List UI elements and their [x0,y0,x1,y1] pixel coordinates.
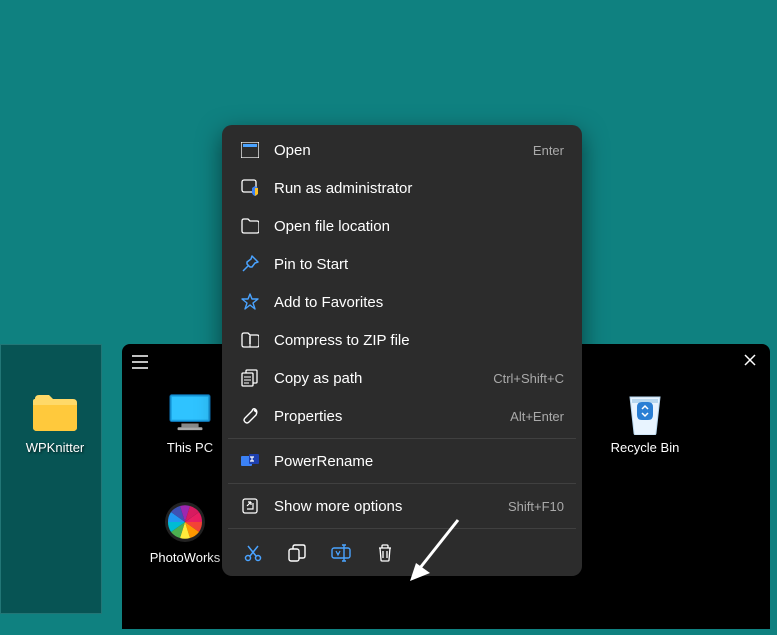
action-bar [228,532,576,570]
menu-item-open[interactable]: Open Enter [228,131,576,169]
menu-item-copy-path[interactable]: Copy as path Ctrl+Shift+C [228,359,576,397]
menu-label: PowerRename [274,453,564,470]
delete-icon[interactable] [374,542,396,564]
powerrename-icon [240,451,260,471]
folder-icon [33,390,77,434]
menu-divider [228,438,576,439]
menu-label: Pin to Start [274,256,564,273]
menu-item-add-favorites[interactable]: Add to Favorites [228,283,576,321]
menu-label: Open file location [274,218,564,235]
menu-shortcut: Shift+F10 [508,499,564,514]
app-icon [240,140,260,160]
desktop-icon-recyclebin[interactable]: Recycle Bin [600,390,690,455]
hamburger-icon[interactable] [132,355,148,369]
menu-item-pin-start[interactable]: Pin to Start [228,245,576,283]
recyclebin-icon [623,390,667,434]
context-menu: Open Enter Run as administrator Open fil… [222,125,582,576]
menu-label: Show more options [274,498,508,515]
menu-shortcut: Alt+Enter [510,409,564,424]
menu-label: Copy as path [274,370,493,387]
rename-icon[interactable] [330,542,352,564]
cut-icon[interactable] [242,542,264,564]
menu-label: Run as administrator [274,180,564,197]
menu-divider [228,483,576,484]
photoworks-icon [163,500,207,544]
menu-item-compress-zip[interactable]: Compress to ZIP file [228,321,576,359]
menu-label: Properties [274,408,510,425]
icon-label: PhotoWorks [150,550,221,565]
zip-icon [240,330,260,350]
menu-divider [228,528,576,529]
icon-label: WPKnitter [26,440,85,455]
menu-item-powerrename[interactable]: PowerRename [228,442,576,480]
menu-label: Compress to ZIP file [274,332,564,349]
folder-icon [240,216,260,236]
star-icon [240,292,260,312]
menu-shortcut: Enter [533,143,564,158]
menu-item-run-admin[interactable]: Run as administrator [228,169,576,207]
pin-icon [240,254,260,274]
menu-label: Open [274,142,533,159]
desktop-icon-photoworks[interactable]: PhotoWorks [140,500,230,565]
menu-item-properties[interactable]: Properties Alt+Enter [228,397,576,435]
close-icon[interactable] [744,354,756,366]
wrench-icon [240,406,260,426]
pc-icon [168,390,212,434]
expand-icon [240,496,260,516]
selection-overlay [0,344,102,614]
copy-icon[interactable] [286,542,308,564]
menu-item-open-location[interactable]: Open file location [228,207,576,245]
menu-shortcut: Ctrl+Shift+C [493,371,564,386]
menu-label: Add to Favorites [274,294,564,311]
icon-label: This PC [167,440,213,455]
icon-label: Recycle Bin [611,440,680,455]
menu-item-show-more[interactable]: Show more options Shift+F10 [228,487,576,525]
copypath-icon [240,368,260,388]
shield-icon [240,178,260,198]
desktop-icon-wpknitter[interactable]: WPKnitter [10,390,100,455]
